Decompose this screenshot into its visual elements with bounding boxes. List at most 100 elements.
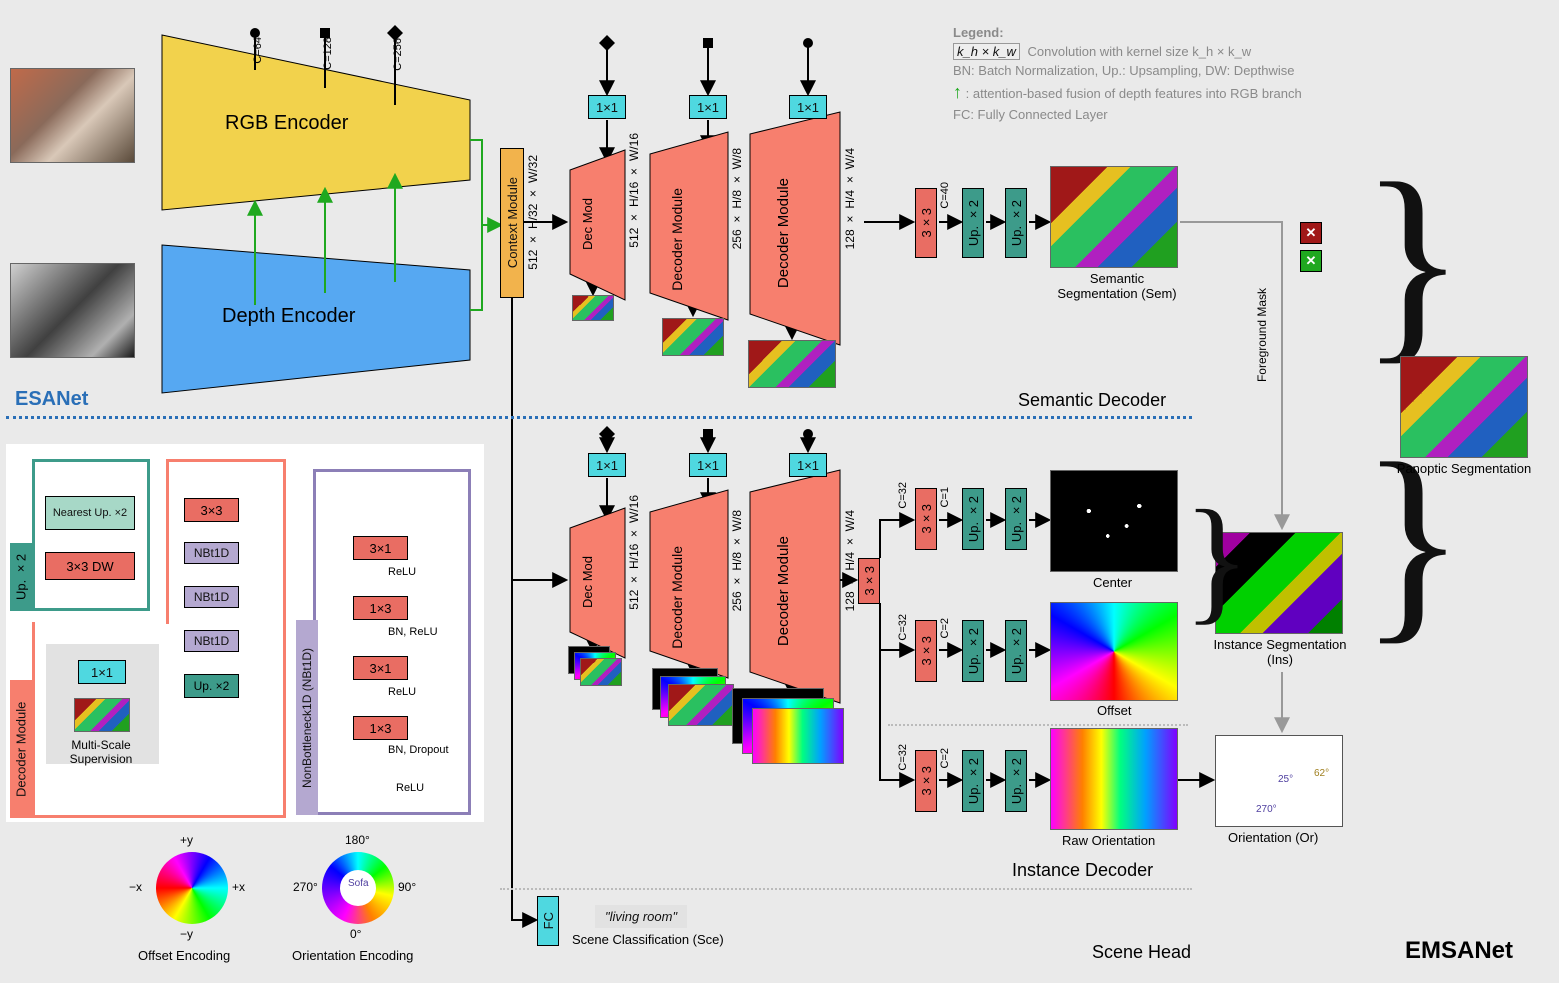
ms-conv1x1: 1×1 bbox=[78, 660, 126, 684]
panoptic-thumb bbox=[1400, 356, 1528, 458]
plus-y: +y bbox=[180, 833, 193, 847]
up2-detail-label: Up. ×2 bbox=[10, 543, 32, 611]
deg180: 180° bbox=[345, 833, 370, 847]
ms-sem-2 bbox=[662, 318, 724, 356]
offset-label: Offset bbox=[1097, 703, 1131, 718]
depth-input-thumb bbox=[10, 263, 135, 358]
sep-orient bbox=[888, 724, 1188, 726]
ins-output-label: Instance Segmentation (Ins) bbox=[1200, 637, 1360, 667]
sofa-annotation: Sofa bbox=[348, 878, 369, 889]
c128-label: C=128 bbox=[322, 37, 334, 70]
dim-512-16-sem: 512 × H/16 × W/16 bbox=[627, 133, 641, 248]
scene-class-label: Scene Classification (Sce) bbox=[572, 932, 724, 947]
nearest-up-block: Nearest Up. ×2 bbox=[45, 496, 135, 530]
center-thumb bbox=[1050, 470, 1178, 572]
dm-nbt1d-2: NBt1D bbox=[184, 586, 239, 608]
orient-enc-label: Orientation Encoding bbox=[292, 948, 413, 963]
dm-conv3x3: 3×3 bbox=[184, 498, 239, 522]
ms-ins-1c bbox=[580, 658, 622, 686]
offset-up2: Up. ×2 bbox=[1005, 620, 1027, 682]
decmod-sem-2: Decoder Module bbox=[669, 188, 685, 291]
center-conv3x3: 3×3 bbox=[915, 488, 937, 550]
conv1x1-ins-2: 1×1 bbox=[689, 453, 727, 477]
nb-conv1x3-1: 1×3 bbox=[353, 596, 408, 620]
offset-color-wheel bbox=[156, 852, 228, 924]
fg-mask-label: Foreground Mask bbox=[1255, 288, 1269, 382]
conv1x1-ins-3: 1×1 bbox=[789, 453, 827, 477]
ms-sem-1 bbox=[572, 295, 614, 321]
dim-256-8-sem: 256 × H/8 × W/8 bbox=[730, 148, 744, 249]
center-up1: Up. ×2 bbox=[962, 488, 984, 550]
sem-up2: Up. ×2 bbox=[1005, 188, 1027, 258]
plus-x: +x bbox=[232, 880, 245, 894]
up2-detail-frame bbox=[32, 459, 150, 611]
nb-conv1x3-2: 1×3 bbox=[353, 716, 408, 740]
ins-decoder-label: Instance Decoder bbox=[1012, 860, 1153, 881]
decmod-ins-2: Decoder Module bbox=[669, 546, 685, 649]
decmod-ins-3: Decoder Module bbox=[775, 536, 792, 646]
deg0: 0° bbox=[350, 927, 361, 941]
orient-up2: Up. ×2 bbox=[1005, 750, 1027, 812]
offset-enc-label: Offset Encoding bbox=[138, 948, 230, 963]
dm-nbt1d-3: NBt1D bbox=[184, 630, 239, 652]
center-up2: Up. ×2 bbox=[1005, 488, 1027, 550]
offset-thumb bbox=[1050, 602, 1178, 701]
sem-output-thumb bbox=[1050, 166, 1178, 268]
nb-relu-3: ReLU bbox=[396, 782, 424, 794]
sep-esanet bbox=[6, 416, 1192, 419]
dm-upx2: Up. ×2 bbox=[184, 674, 239, 698]
raw-orient-label: Raw Orientation bbox=[1062, 833, 1155, 848]
dim-512-16-ins: 512 × H/16 × W/16 bbox=[627, 495, 641, 610]
conv1x1-sem-3: 1×1 bbox=[789, 95, 827, 119]
nb-conv3x1-1: 3×1 bbox=[353, 536, 408, 560]
decmod-sem-3: Decoder Module bbox=[775, 178, 792, 288]
fg-mask-check: ✕ bbox=[1300, 250, 1322, 272]
c256-label: C=256 bbox=[392, 38, 404, 71]
conv-kernel-text: Convolution with kernel size k_h × k_w bbox=[1028, 44, 1252, 59]
context-module: Context Module bbox=[500, 148, 524, 298]
dm-nbt1d-1: NBt1D bbox=[184, 542, 239, 564]
dim-256-8-ins: 256 × H/8 × W/8 bbox=[730, 510, 744, 611]
decmod-ins-1: Dec Mod bbox=[580, 556, 595, 608]
dim-128-4-ins: 128 × H/4 × W/4 bbox=[843, 510, 857, 611]
depth-encoder-label: Depth Encoder bbox=[222, 305, 355, 328]
nbt1d-detail-label: NonBottleneck1D (NBt1D) bbox=[296, 620, 318, 815]
brace-center-offset: } bbox=[1183, 490, 1250, 630]
ms-sem-3 bbox=[748, 340, 836, 388]
emsanet-label: EMSANet bbox=[1405, 937, 1513, 965]
minus-y: −y bbox=[180, 927, 193, 941]
sep-scene bbox=[500, 888, 1192, 890]
sem-c40: C=40 bbox=[939, 182, 951, 209]
sem-output-label: Semantic Segmentation (Sem) bbox=[1053, 271, 1181, 301]
esanet-label: ESANet bbox=[15, 388, 88, 411]
offset-up1: Up. ×2 bbox=[962, 620, 984, 682]
decmod-sem-1: Dec Mod bbox=[580, 198, 595, 250]
legend-bn: BN: Batch Normalization, Up.: Upsampling… bbox=[953, 63, 1513, 78]
panoptic-label: Panoptic Segmentation bbox=[1394, 461, 1534, 476]
orient-c2: C=2 bbox=[939, 748, 951, 769]
nb-conv3x1-2: 3×1 bbox=[353, 656, 408, 680]
ms-ins-3c bbox=[752, 708, 844, 764]
ins-shared-conv3x3: 3×3 bbox=[858, 558, 880, 604]
legend-title: Legend: bbox=[953, 25, 1513, 40]
orient-c32: C=32 bbox=[897, 744, 909, 771]
raw-orient-thumb bbox=[1050, 728, 1178, 830]
deg270: 270° bbox=[293, 880, 318, 894]
sem-conv3x3: 3×3 bbox=[915, 188, 937, 258]
conv1x1-sem-2: 1×1 bbox=[689, 95, 727, 119]
offset-conv3x3: 3×3 bbox=[915, 620, 937, 682]
ms-ins-2c bbox=[668, 684, 734, 726]
nb-relu-1: ReLU bbox=[388, 566, 416, 578]
deg90: 90° bbox=[398, 880, 416, 894]
fc-block: FC bbox=[537, 896, 559, 946]
nb-bnrelu: BN, ReLU bbox=[388, 626, 438, 638]
nb-relu-2: ReLU bbox=[388, 686, 416, 698]
legend-fusion: : attention-based fusion of depth featur… bbox=[966, 86, 1302, 101]
orient-conv3x3: 3×3 bbox=[915, 750, 937, 812]
legend-fc: FC: Fully Connected Layer bbox=[953, 107, 1513, 122]
sem-decoder-label: Semantic Decoder bbox=[1018, 390, 1166, 411]
ms-thumb bbox=[74, 698, 130, 732]
conv-kernel-box: k_h × k_w bbox=[953, 43, 1020, 60]
center-c32: C=32 bbox=[897, 482, 909, 509]
rgb-input-thumb bbox=[10, 68, 135, 163]
